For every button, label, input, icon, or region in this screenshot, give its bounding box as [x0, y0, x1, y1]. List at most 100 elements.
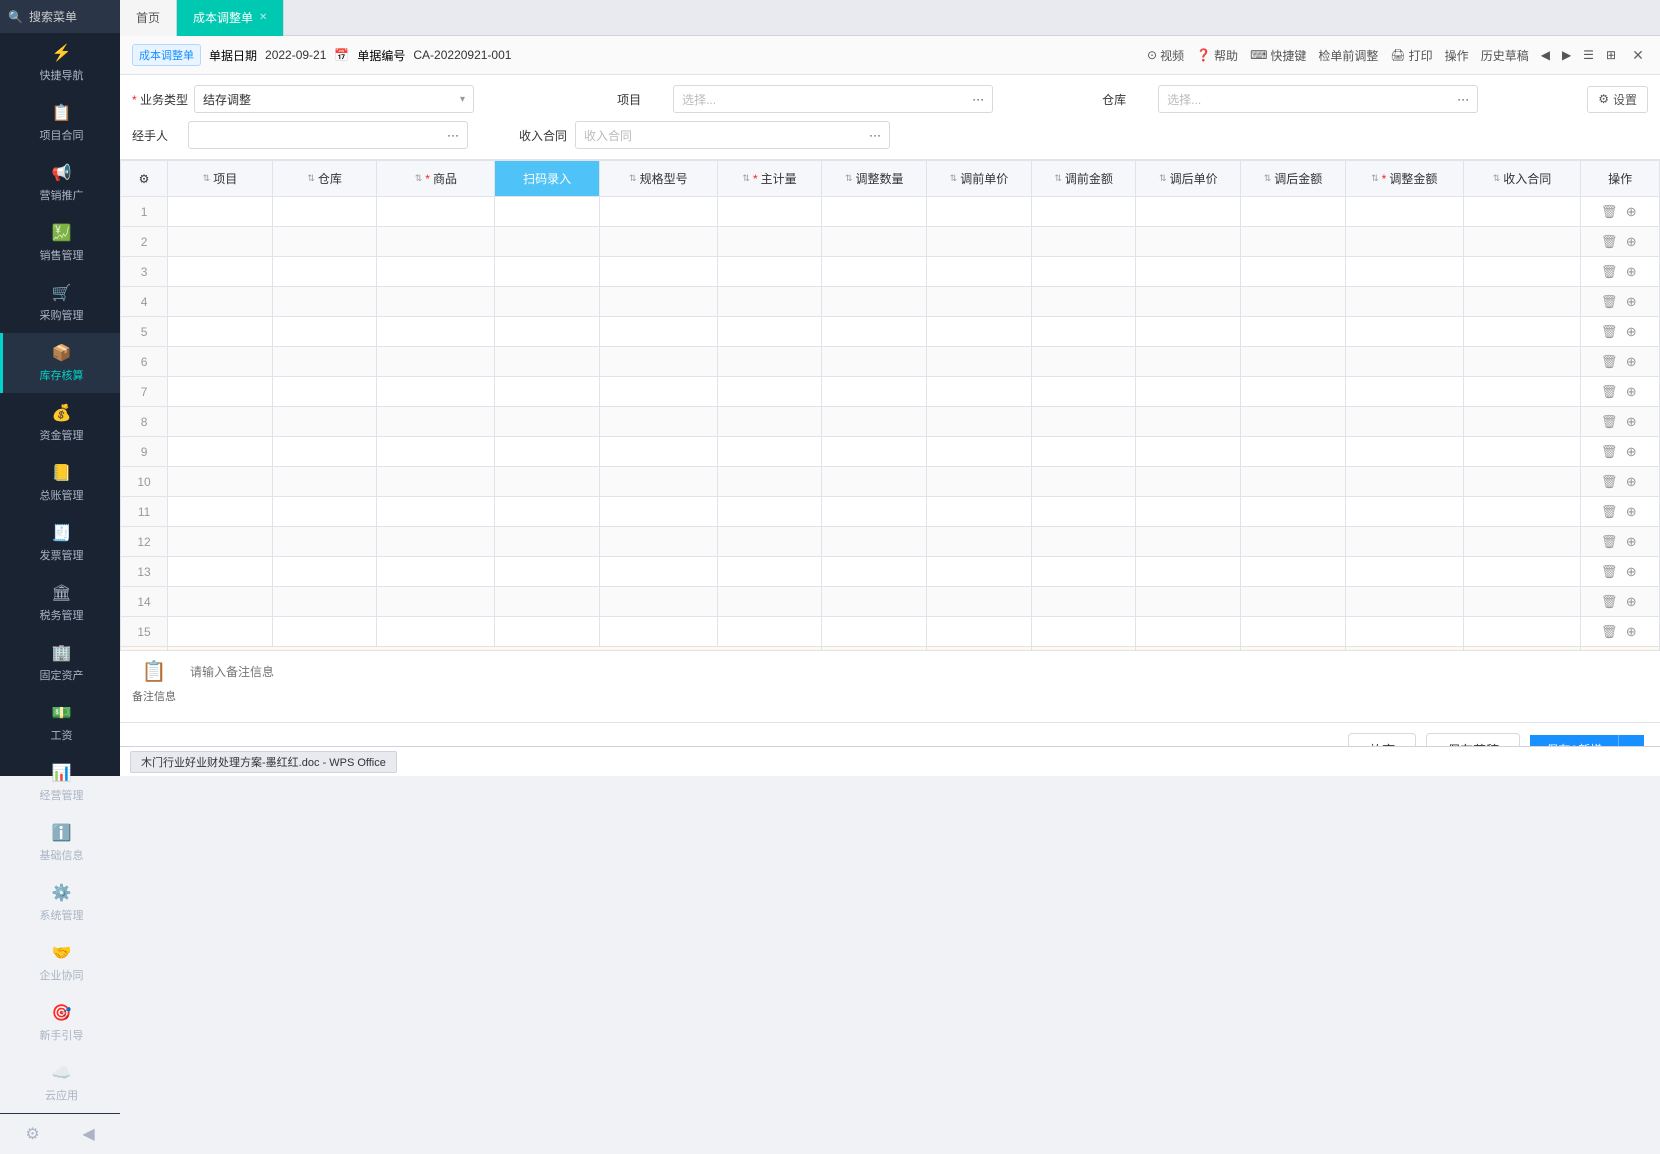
copy-row-button[interactable]: ⊕ — [1622, 533, 1640, 551]
cell-price_after[interactable] — [1136, 317, 1241, 347]
delete-row-button[interactable]: 🗑 — [1600, 323, 1618, 341]
cell-product[interactable] — [377, 227, 495, 257]
cell-spec[interactable] — [599, 377, 717, 407]
cell-product[interactable] — [377, 347, 495, 377]
sidebar-item-corp-coop[interactable]: 🤝企业协同 — [0, 933, 120, 993]
cell-project[interactable] — [168, 197, 273, 227]
cell-price_before[interactable] — [927, 437, 1032, 467]
cell-price_after[interactable] — [1136, 587, 1241, 617]
cell-price_after[interactable] — [1136, 287, 1241, 317]
toolbar-check-adjust[interactable]: 检单前调整 — [1318, 47, 1378, 64]
col-amount-after[interactable]: ⇅ 调后金额 — [1241, 161, 1346, 197]
cell-project[interactable] — [168, 257, 273, 287]
col-amount-before[interactable]: ⇅ 调前金额 — [1031, 161, 1136, 197]
sidebar-item-purchase-mgmt[interactable]: 🛒采购管理 — [0, 273, 120, 333]
copy-row-button[interactable]: ⊕ — [1622, 473, 1640, 491]
sidebar-item-ledger-mgmt[interactable]: 📒总账管理 — [0, 453, 120, 513]
col-settings[interactable]: ⚙ — [121, 161, 168, 197]
cell-spec[interactable] — [599, 227, 717, 257]
table-row[interactable]: 1🗑⊕ — [121, 197, 1660, 227]
cell-unit[interactable] — [717, 197, 822, 227]
cell-scan[interactable] — [495, 617, 600, 647]
cell-qty[interactable] — [822, 497, 927, 527]
cell-price_after[interactable] — [1136, 437, 1241, 467]
sidebar-item-cloud-app[interactable]: ☁️云应用 — [0, 1053, 120, 1113]
cell-price_before[interactable] — [927, 617, 1032, 647]
cell-price_before[interactable] — [927, 317, 1032, 347]
cell-amount_before[interactable] — [1031, 557, 1136, 587]
cell-unit[interactable] — [717, 437, 822, 467]
table-row[interactable]: 8🗑⊕ — [121, 407, 1660, 437]
delete-row-button[interactable]: 🗑 — [1600, 593, 1618, 611]
cell-product[interactable] — [377, 527, 495, 557]
cell-scan[interactable] — [495, 557, 600, 587]
copy-row-button[interactable]: ⊕ — [1622, 323, 1640, 341]
cell-income_contract[interactable] — [1463, 347, 1581, 377]
col-price-after[interactable]: ⇅ 调后单价 — [1136, 161, 1241, 197]
toolbar-help[interactable]: ❓ 帮助 — [1196, 47, 1238, 64]
delete-row-button[interactable]: 🗑 — [1600, 503, 1618, 521]
cell-warehouse[interactable] — [272, 467, 377, 497]
tab-home[interactable]: 首页 — [120, 0, 177, 36]
cell-amount_before[interactable] — [1031, 347, 1136, 377]
cell-warehouse[interactable] — [272, 437, 377, 467]
cell-price_before[interactable] — [927, 197, 1032, 227]
cell-adjust_amount[interactable] — [1345, 257, 1463, 287]
table-row[interactable]: 12🗑⊕ — [121, 527, 1660, 557]
handler-input[interactable]: ··· — [188, 121, 468, 149]
cell-adjust_amount[interactable] — [1345, 407, 1463, 437]
cell-price_after[interactable] — [1136, 617, 1241, 647]
col-warehouse[interactable]: ⇅ 仓库 — [272, 161, 377, 197]
cell-price_after[interactable] — [1136, 467, 1241, 497]
delete-row-button[interactable]: 🗑 — [1600, 443, 1618, 461]
cell-amount_before[interactable] — [1031, 617, 1136, 647]
cell-amount_before[interactable] — [1031, 407, 1136, 437]
cell-amount_before[interactable] — [1031, 467, 1136, 497]
sidebar-item-sales-mgmt[interactable]: 💹销售管理 — [0, 213, 120, 273]
table-row[interactable]: 9🗑⊕ — [121, 437, 1660, 467]
cell-product[interactable] — [377, 377, 495, 407]
cell-scan[interactable] — [495, 257, 600, 287]
cell-warehouse[interactable] — [272, 527, 377, 557]
toolbar-history[interactable]: 历史草稿 — [1481, 47, 1529, 64]
cell-adjust_amount[interactable] — [1345, 287, 1463, 317]
cell-project[interactable] — [168, 467, 273, 497]
cell-product[interactable] — [377, 317, 495, 347]
cell-amount_before[interactable] — [1031, 437, 1136, 467]
cell-unit[interactable] — [717, 557, 822, 587]
cell-spec[interactable] — [599, 527, 717, 557]
cell-spec[interactable] — [599, 617, 717, 647]
cell-spec[interactable] — [599, 197, 717, 227]
table-container[interactable]: ⚙ ⇅ 项目 ⇅ 仓库 — [120, 160, 1660, 650]
cell-amount_after[interactable] — [1241, 407, 1346, 437]
sidebar-item-new-guide[interactable]: 🎯新手引导 — [0, 993, 120, 1053]
sidebar-item-payroll[interactable]: 💵工资 — [0, 693, 120, 753]
cell-spec[interactable] — [599, 347, 717, 377]
cell-qty[interactable] — [822, 377, 927, 407]
table-row[interactable]: 5🗑⊕ — [121, 317, 1660, 347]
cell-amount_after[interactable] — [1241, 497, 1346, 527]
cell-product[interactable] — [377, 587, 495, 617]
cell-project[interactable] — [168, 527, 273, 557]
cell-unit[interactable] — [717, 287, 822, 317]
income-contract-input[interactable]: 收入合同 ··· — [575, 121, 890, 149]
cell-unit[interactable] — [717, 227, 822, 257]
cell-scan[interactable] — [495, 227, 600, 257]
cell-amount_after[interactable] — [1241, 227, 1346, 257]
cell-project[interactable] — [168, 587, 273, 617]
cell-price_before[interactable] — [927, 527, 1032, 557]
cell-amount_after[interactable] — [1241, 467, 1346, 497]
cell-warehouse[interactable] — [272, 587, 377, 617]
cell-amount_before[interactable] — [1031, 377, 1136, 407]
cell-amount_after[interactable] — [1241, 437, 1346, 467]
cell-amount_after[interactable] — [1241, 257, 1346, 287]
cell-qty[interactable] — [822, 287, 927, 317]
cell-amount_after[interactable] — [1241, 317, 1346, 347]
delete-row-button[interactable]: 🗑 — [1600, 623, 1618, 641]
copy-row-button[interactable]: ⊕ — [1622, 503, 1640, 521]
cell-adjust_amount[interactable] — [1345, 557, 1463, 587]
copy-row-button[interactable]: ⊕ — [1622, 383, 1640, 401]
toolbar-operation[interactable]: 操作 — [1445, 47, 1469, 64]
toolbar-shortcut[interactable]: ⌨ 快捷键 — [1250, 47, 1306, 64]
cell-qty[interactable] — [822, 317, 927, 347]
